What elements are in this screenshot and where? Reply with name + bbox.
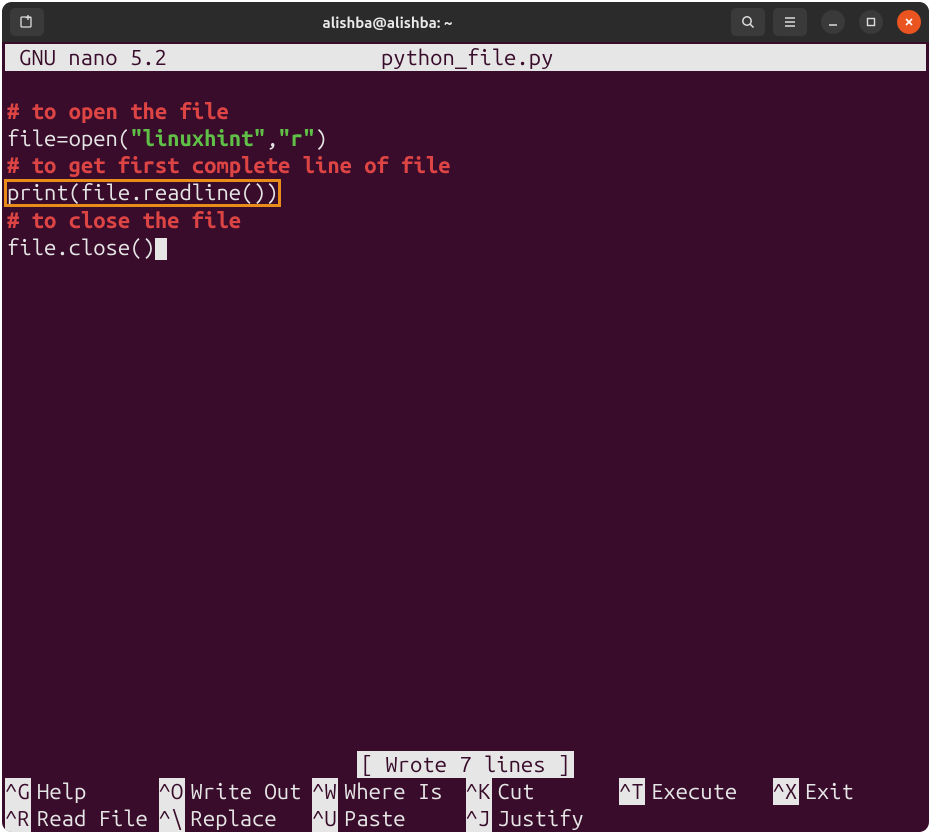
shortcut-exit[interactable]: ^XExit xyxy=(773,778,927,805)
editor-content[interactable]: # to open the file file=open("linuxhint"… xyxy=(5,71,926,261)
shortcut-readfile[interactable]: ^RRead File xyxy=(5,805,159,832)
code-text: file=open( xyxy=(7,126,130,151)
nano-filename: python_file.py xyxy=(167,44,926,71)
nano-header: GNU nano 5.2 python_file.py xyxy=(5,44,926,71)
terminal-area[interactable]: GNU nano 5.2 python_file.py # to open th… xyxy=(2,42,929,832)
close-button[interactable] xyxy=(897,10,921,34)
shortcut-cut[interactable]: ^KCut xyxy=(466,778,620,805)
nano-shortcuts: ^GHelp ^OWrite Out ^WWhere Is ^KCut ^TEx… xyxy=(2,778,929,832)
nano-status-text: [ Wrote 7 lines ] xyxy=(357,751,574,778)
code-text: ) xyxy=(315,126,327,151)
code-text: , xyxy=(266,126,278,151)
text-cursor xyxy=(155,238,167,260)
shortcut-replace[interactable]: ^\Replace xyxy=(159,805,313,832)
shortcut-writeout[interactable]: ^OWrite Out xyxy=(159,778,313,805)
code-comment: # to close the file xyxy=(7,208,241,233)
terminal-window: alishba@alishba: ~ GNU nano 5.2 python_f… xyxy=(2,2,929,832)
maximize-icon xyxy=(865,16,877,28)
code-comment: # to get first complete line of file xyxy=(7,153,451,178)
nano-app-name: GNU nano 5.2 xyxy=(5,44,167,71)
shortcut-whereis[interactable]: ^WWhere Is xyxy=(312,778,466,805)
close-icon xyxy=(903,16,915,28)
code-string: "linuxhint" xyxy=(130,126,266,151)
window-titlebar: alishba@alishba: ~ xyxy=(2,2,929,42)
search-button[interactable] xyxy=(731,8,765,36)
code-text: print(file.readline()) xyxy=(7,180,278,205)
shortcut-justify[interactable]: ^JJustify xyxy=(466,805,620,832)
highlighted-line: print(file.readline()) xyxy=(4,179,281,207)
hamburger-icon xyxy=(782,14,798,30)
shortcut-paste[interactable]: ^UPaste xyxy=(312,805,466,832)
minimize-button[interactable] xyxy=(821,10,845,34)
new-tab-button[interactable] xyxy=(10,8,44,36)
shortcut-execute[interactable]: ^TExecute xyxy=(619,778,773,805)
minimize-icon xyxy=(827,16,839,28)
maximize-button[interactable] xyxy=(859,10,883,34)
code-text: file.close() xyxy=(7,235,155,260)
menu-button[interactable] xyxy=(773,8,807,36)
code-string: "r" xyxy=(278,126,315,151)
shortcut-help[interactable]: ^GHelp xyxy=(5,778,159,805)
nano-status-line: [ Wrote 7 lines ] xyxy=(2,751,929,778)
search-icon xyxy=(740,14,756,30)
code-comment: # to open the file xyxy=(7,99,229,124)
window-title: alishba@alishba: ~ xyxy=(52,14,723,31)
